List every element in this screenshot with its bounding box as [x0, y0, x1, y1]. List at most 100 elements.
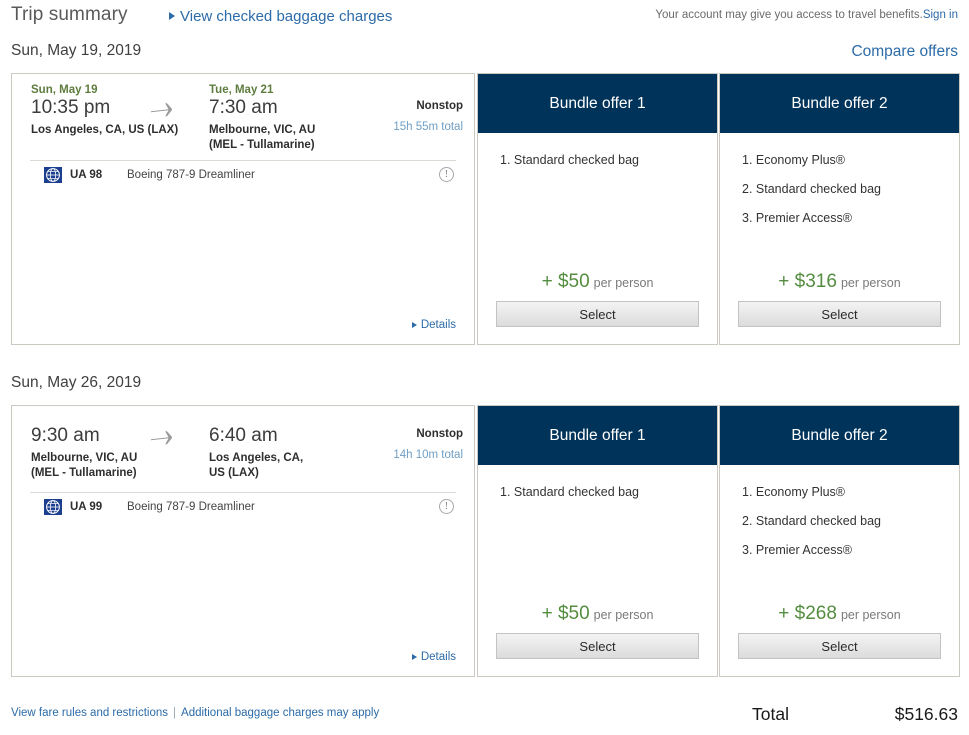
list-item: 1. Standard checked bag — [500, 153, 639, 167]
united-globe-logo — [44, 167, 62, 183]
bundle-offer-1-price-row-segment-2: + $50 per person — [478, 603, 717, 625]
flight-card-2: 9:30 am Melbourne, VIC, AU (MEL - Tullam… — [11, 405, 475, 677]
bundle-offer-2-price-row-segment-1: + $316 per person — [720, 271, 959, 293]
airplane-icon — [150, 429, 172, 452]
flight-card-1: Sun, May 19 10:35 pm Los Angeles, CA, US… — [11, 73, 475, 345]
depart-city-1: Los Angeles, CA, US (LAX) — [31, 124, 179, 136]
bundle-offer-1-segment-1: Bundle offer 1 1. Standard checked bag +… — [477, 73, 718, 345]
list-item: 2. Standard checked bag — [742, 182, 881, 196]
stops-1: Nonstop — [416, 100, 463, 112]
depart-time-2: 9:30 am — [31, 425, 100, 446]
baggage-link-label: View checked baggage charges — [180, 8, 393, 25]
bundle-offer-1-perks-segment-1: 1. Standard checked bag — [500, 153, 707, 182]
flight-card-2-divider — [30, 492, 456, 493]
stops-2: Nonstop — [416, 428, 463, 440]
footer-separator: | — [173, 707, 177, 719]
select-label: Select — [579, 638, 616, 654]
flight-card-2-times: 9:30 am Melbourne, VIC, AU (MEL - Tullam… — [12, 406, 474, 490]
airplane-icon — [150, 101, 172, 124]
bundle-offer-1-body-segment-2: 1. Standard checked bag + $50 per person … — [478, 465, 717, 676]
flight-number-1: UA 98 — [70, 169, 103, 181]
triangle-right-icon — [411, 654, 417, 660]
list-item: 1. Economy Plus® — [742, 153, 846, 167]
bundle-offer-2-price-segment-1: + $316 — [778, 271, 837, 292]
compare-offers-link[interactable]: Compare offers — [851, 43, 958, 61]
list-item: 1. Economy Plus® — [742, 485, 846, 499]
segment-1-date-row: Sun, May 19, 2019 Compare offers — [0, 42, 969, 70]
arrive-date-1: Tue, May 21 — [209, 84, 274, 96]
bundle-offer-1-price-segment-2: + $50 — [541, 603, 590, 624]
details-label-2: Details — [420, 651, 456, 663]
page-header: Trip summary View checked baggage charge… — [0, 0, 969, 36]
info-icon[interactable]: ! — [439, 167, 454, 182]
view-checked-baggage-charges-link[interactable]: View checked baggage charges — [169, 8, 392, 25]
arrive-city-1: Melbourne, VIC, AU (MEL - Tullamarine) — [209, 124, 316, 151]
fare-rules-link[interactable]: View fare rules and restrictions — [11, 707, 168, 719]
bundle-offer-2-perks-segment-2: 1. Economy Plus® 2. Standard checked bag… — [742, 485, 949, 572]
triangle-right-icon — [169, 12, 175, 20]
segment-1-date-heading: Sun, May 19, 2019 — [11, 42, 142, 59]
list-item: 2. Standard checked bag — [742, 514, 881, 528]
bundle-offer-1-price-segment-1: + $50 — [541, 271, 590, 292]
duration-2: 14h 10m total — [393, 449, 463, 461]
duration-1: 15h 55m total — [393, 121, 463, 133]
aircraft-2: Boeing 787-9 Dreamliner — [127, 501, 255, 513]
bundle-offer-1-segment-2: Bundle offer 1 1. Standard checked bag +… — [477, 405, 718, 677]
depart-time-1: 10:35 pm — [31, 97, 111, 118]
total-label: Total — [752, 704, 789, 724]
arrive-time-2: 6:40 am — [209, 425, 278, 446]
depart-date-1: Sun, May 19 — [31, 84, 98, 96]
info-icon[interactable]: ! — [439, 499, 454, 514]
trip-summary-page: Trip summary View checked baggage charge… — [0, 0, 969, 735]
bundle-offer-2-price-row-segment-2: + $268 per person — [720, 603, 959, 625]
bundle-offer-1-body-segment-1: 1. Standard checked bag + $50 per person … — [478, 133, 717, 344]
bundle-offer-1-price-unit-segment-1: per person — [593, 276, 654, 290]
select-button-bundle-2-segment-1[interactable]: Select — [738, 301, 941, 327]
aircraft-1: Boeing 787-9 Dreamliner — [127, 169, 255, 181]
bundle-offer-2-price-segment-2: + $268 — [778, 603, 837, 624]
bundle-offer-2-price-unit-segment-2: per person — [840, 608, 901, 622]
bundle-offer-1-perks-segment-2: 1. Standard checked bag — [500, 485, 707, 514]
united-globe-logo — [44, 499, 62, 515]
flight-card-1-divider — [30, 160, 456, 161]
bundle-offer-1-title-segment-2: Bundle offer 1 — [478, 406, 717, 465]
arrive-city-2: Los Angeles, CA, US (LAX) — [209, 452, 304, 479]
bundle-offer-2-title-segment-2: Bundle offer 2 — [720, 406, 959, 465]
bundle-offer-2-price-unit-segment-1: per person — [840, 276, 901, 290]
triangle-right-icon — [411, 322, 417, 328]
bundle-offer-2-perks-segment-1: 1. Economy Plus® 2. Standard checked bag… — [742, 153, 949, 240]
bundle-offer-2-title-segment-1: Bundle offer 2 — [720, 74, 959, 133]
account-benefits-note: Your account may give you access to trav… — [655, 9, 958, 21]
flight-card-1-times: Sun, May 19 10:35 pm Los Angeles, CA, US… — [12, 74, 474, 158]
segment-2-date-row: Sun, May 26, 2019 — [0, 374, 969, 402]
details-label-1: Details — [420, 319, 456, 331]
select-label: Select — [821, 638, 858, 654]
select-button-bundle-1-segment-2[interactable]: Select — [496, 633, 699, 659]
flight-card-1-flight-row: UA 98 Boeing 787-9 Dreamliner ! — [12, 166, 474, 194]
bundle-offer-2-body-segment-2: 1. Economy Plus® 2. Standard checked bag… — [720, 465, 959, 676]
segment-2-date-heading: Sun, May 26, 2019 — [11, 374, 142, 391]
details-link-1[interactable]: Details — [411, 319, 456, 331]
list-item: 1. Standard checked bag — [500, 485, 639, 499]
page-title: Trip summary — [11, 4, 128, 25]
select-button-bundle-1-segment-1[interactable]: Select — [496, 301, 699, 327]
flight-number-2: UA 99 — [70, 501, 103, 513]
footer-links: View fare rules and restrictions | Additio… — [11, 707, 379, 719]
list-item: 3. Premier Access® — [742, 211, 852, 225]
sign-in-link[interactable]: Sign in — [923, 9, 958, 21]
arrive-time-1: 7:30 am — [209, 97, 278, 118]
flight-card-2-flight-row: UA 99 Boeing 787-9 Dreamliner ! — [12, 498, 474, 526]
select-label: Select — [579, 306, 616, 322]
bundle-offer-1-price-unit-segment-2: per person — [593, 608, 654, 622]
additional-baggage-link[interactable]: Additional baggage charges may apply — [181, 707, 379, 719]
select-label: Select — [821, 306, 858, 322]
total-amount: $516.63 — [894, 704, 958, 724]
bundle-offer-2-body-segment-1: 1. Economy Plus® 2. Standard checked bag… — [720, 133, 959, 344]
details-link-2[interactable]: Details — [411, 651, 456, 663]
list-item: 3. Premier Access® — [742, 543, 852, 557]
bundle-offer-2-segment-2: Bundle offer 2 1. Economy Plus® 2. Stand… — [719, 405, 960, 677]
account-note-text: Your account may give you access to trav… — [655, 9, 923, 21]
bundle-offer-1-price-row-segment-1: + $50 per person — [478, 271, 717, 293]
select-button-bundle-2-segment-2[interactable]: Select — [738, 633, 941, 659]
depart-city-2: Melbourne, VIC, AU (MEL - Tullamarine) — [31, 452, 138, 479]
